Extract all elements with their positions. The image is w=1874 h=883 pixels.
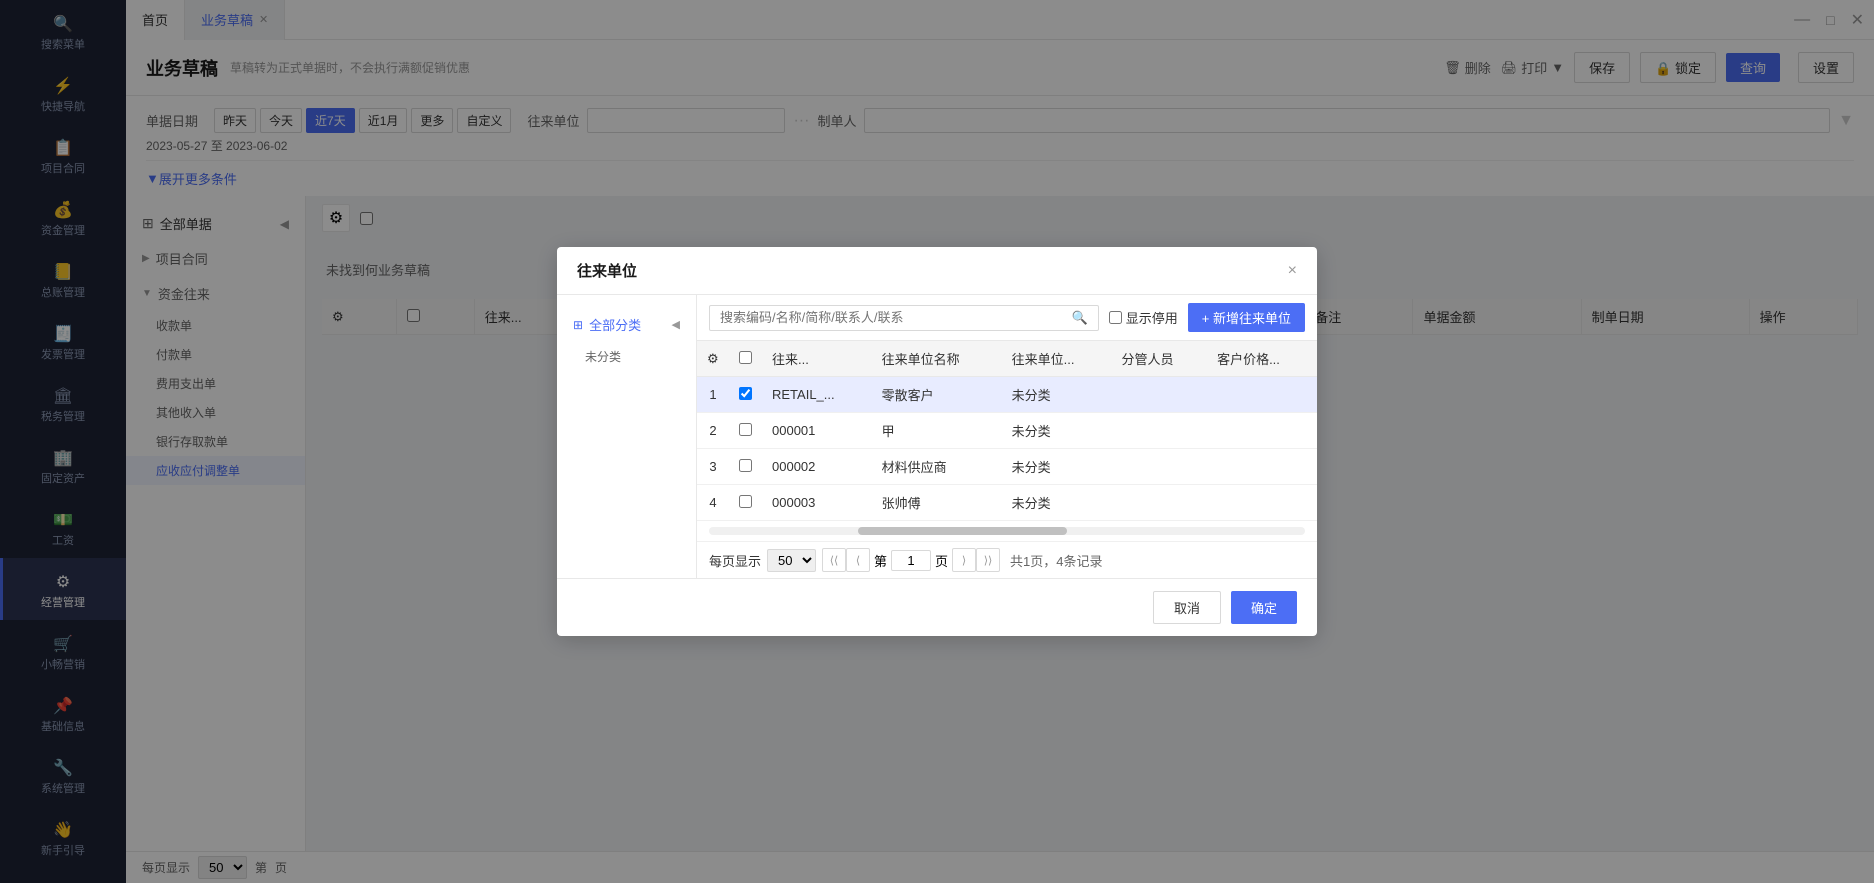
row-category: 未分类 [1002,449,1112,485]
page-label: 第 [874,551,887,570]
modal-title: 往来单位 [577,260,637,281]
modal-toolbar: 🔍 显示停用 + 新增往来单位 [697,295,1317,341]
modal-sidebar: ⊞ 全部分类 ◀ 未分类 [557,295,697,578]
row-checkbox[interactable] [729,413,762,449]
modal-pagination: 每页显示 50 ⟨⟨ ⟨ 第 页 ⟩ ⟩⟩ 共1页，4条记录 [697,541,1317,578]
page-input[interactable] [891,550,931,571]
page-last-btn[interactable]: ⟩⟩ [976,548,1000,572]
modal-col-checkbox[interactable] [729,341,762,377]
per-page-label: 每页显示 [709,551,761,570]
modal-sidebar-all-category[interactable]: ⊞ 全部分类 ◀ [557,307,696,342]
row-checkbox[interactable] [729,449,762,485]
row-manager [1112,377,1208,413]
partner-modal: 往来单位 × ⊞ 全部分类 ◀ 未分类 [557,247,1317,636]
modal-col-settings[interactable]: ⚙ [697,341,729,377]
modal-search-input[interactable] [720,310,1072,325]
show-disabled-checkbox[interactable] [1109,311,1122,324]
table-row[interactable]: 3 000002 材料供应商 未分类 [697,449,1317,485]
row-code: RETAIL_... [762,377,872,413]
page-of-label: 页 [935,551,948,570]
modal-header: 往来单位 × [557,247,1317,295]
scrollbar-thumb [858,527,1067,535]
modal-sidebar-uncategorized[interactable]: 未分类 [557,342,696,371]
row-num: 1 [697,377,729,413]
modal-main: 🔍 显示停用 + 新增往来单位 ⚙ [697,295,1317,578]
table-row[interactable]: 4 000003 张帅傅 未分类 [697,485,1317,521]
row-name: 零散客户 [872,377,1002,413]
row-code: 000003 [762,485,872,521]
modal-col-category[interactable]: 往来单位... [1002,341,1112,377]
modal-table-container: ⚙ 往来... 往来单位名称 往来单位... 分管人员 客户价格... 1 [697,341,1317,521]
row-num: 4 [697,485,729,521]
show-disabled-area: 显示停用 [1109,308,1178,327]
modal-body: ⊞ 全部分类 ◀ 未分类 🔍 显示停用 [557,295,1317,578]
row-manager [1112,485,1208,521]
row-code: 000002 [762,449,872,485]
per-page-select[interactable]: 50 [767,549,816,572]
row-price [1207,413,1317,449]
row-num: 3 [697,449,729,485]
page-first-btn[interactable]: ⟨⟨ [822,548,846,572]
row-category: 未分类 [1002,485,1112,521]
modal-close-btn[interactable]: × [1288,262,1297,280]
row-name: 甲 [872,413,1002,449]
row-checkbox[interactable] [729,377,762,413]
modal-col-code[interactable]: 往来... [762,341,872,377]
page-prev-btn[interactable]: ⟨ [846,548,870,572]
modal-actions: 取消 确定 [557,578,1317,636]
row-num: 2 [697,413,729,449]
grid2-icon: ⊞ [573,318,583,332]
modal-scrollbar-area [697,521,1317,541]
row-code: 000001 [762,413,872,449]
table-row[interactable]: 1 RETAIL_... 零散客户 未分类 [697,377,1317,413]
row-price [1207,449,1317,485]
page-next-btn[interactable]: ⟩ [952,548,976,572]
horizontal-scrollbar[interactable] [709,527,1305,535]
cancel-btn[interactable]: 取消 [1153,591,1221,624]
modal-data-table: ⚙ 往来... 往来单位名称 往来单位... 分管人员 客户价格... 1 [697,341,1317,521]
row-price [1207,377,1317,413]
modal-sidebar-collapse-icon[interactable]: ◀ [672,318,680,331]
modal-search-icon: 🔍 [1072,310,1088,326]
add-partner-btn[interactable]: + 新增往来单位 [1188,303,1305,332]
row-name: 材料供应商 [872,449,1002,485]
row-category: 未分类 [1002,377,1112,413]
modal-col-price[interactable]: 客户价格... [1207,341,1317,377]
modal-col-name[interactable]: 往来单位名称 [872,341,1002,377]
row-name: 张帅傅 [872,485,1002,521]
row-manager [1112,449,1208,485]
confirm-btn[interactable]: 确定 [1231,591,1297,624]
row-category: 未分类 [1002,413,1112,449]
total-label: 共1页，4条记录 [1010,551,1102,570]
modal-overlay[interactable]: 往来单位 × ⊞ 全部分类 ◀ 未分类 [0,0,1874,883]
modal-col-manager[interactable]: 分管人员 [1112,341,1208,377]
row-price [1207,485,1317,521]
table-row[interactable]: 2 000001 甲 未分类 [697,413,1317,449]
row-manager [1112,413,1208,449]
modal-search-box[interactable]: 🔍 [709,305,1099,331]
row-checkbox[interactable] [729,485,762,521]
